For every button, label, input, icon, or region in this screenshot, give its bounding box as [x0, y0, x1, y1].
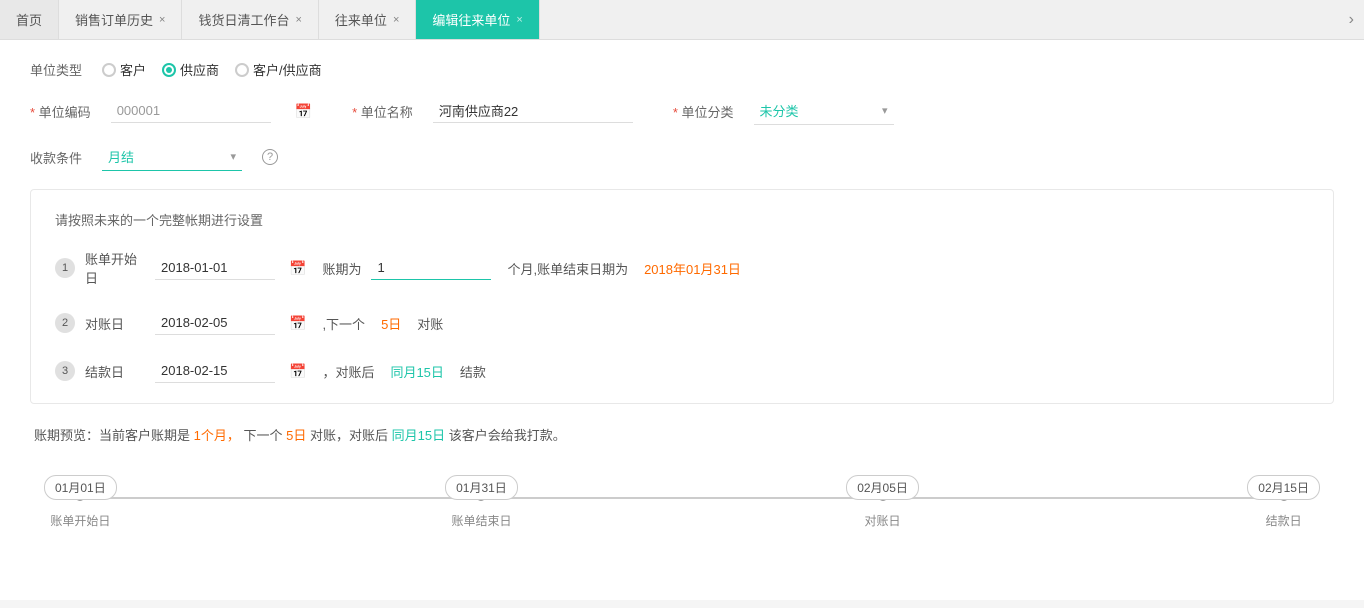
- preview-text: 账期预览：当前客户账期是 1个月， 下一个 5日 对账，对账后 同月15日 该客…: [34, 424, 1330, 447]
- name-input[interactable]: [433, 99, 633, 123]
- tab-cash-workbench-close[interactable]: ×: [295, 14, 301, 26]
- category-select[interactable]: 未分类 ▾: [754, 97, 894, 125]
- timeline-label-1: 账单开始日: [50, 512, 110, 529]
- timeline-label-4: 结款日: [1266, 512, 1302, 529]
- period-row-3-label: 结款日: [85, 362, 145, 381]
- reconcile-date-cal-icon[interactable]: 📅: [289, 315, 306, 332]
- radio-supplier-label: 供应商: [180, 60, 219, 79]
- timeline-badge-3: 02月05日: [846, 475, 919, 500]
- radio-customer[interactable]: 客户: [102, 60, 146, 79]
- tab-edit-partner[interactable]: 编辑往来单位 ×: [416, 0, 539, 39]
- payment-value: 月结: [108, 147, 226, 166]
- payment-date-input[interactable]: [155, 359, 275, 383]
- reconcile-suffix-mid: 对账: [417, 314, 443, 333]
- timeline-label-3: 对账日: [865, 512, 901, 529]
- section-instruction: 请按照未来的一个完整帐期进行设置: [55, 210, 1309, 229]
- preview-part1-highlight: 1个月，: [194, 428, 240, 443]
- preview-label: 账期预览：当前客户账期是: [34, 428, 190, 443]
- start-date-input[interactable]: [155, 256, 275, 280]
- period-suffix-pre: 账期为: [322, 259, 361, 278]
- unit-type-radio-group: 客户 供应商 客户/供应商: [102, 60, 322, 79]
- main-content: 单位类型 客户 供应商 客户/供应商 单位编码 📅 单位名称 单位分类 未分类 …: [0, 40, 1364, 600]
- timeline-badge-4: 02月15日: [1247, 475, 1320, 500]
- name-label: 单位名称: [352, 102, 413, 121]
- timeline-point-3: 02月05日 对账日: [846, 471, 919, 529]
- preview-part2-mid: 对账，对账后: [310, 428, 388, 443]
- period-end-date-highlight: 2018年01月31日: [644, 259, 741, 278]
- unit-type-row: 单位类型 客户 供应商 客户/供应商: [30, 60, 1334, 79]
- period-row-3-num: 3: [55, 361, 75, 381]
- timeline-point-2: 01月31日 账单结束日: [445, 471, 518, 529]
- period-row-1-label: 账单开始日: [85, 249, 145, 287]
- payment-day-highlight: 同月15日: [390, 362, 443, 381]
- payment-suffix-pre: ，对账后: [322, 362, 374, 381]
- reconcile-date-input[interactable]: [155, 311, 275, 335]
- payment-select[interactable]: 月结 ▾: [102, 143, 242, 171]
- preview-part2-pre: 下一个: [244, 428, 283, 443]
- period-section: 请按照未来的一个完整帐期进行设置 1 账单开始日 📅 账期为 个月,账单结束日期…: [30, 189, 1334, 404]
- tab-sales-history-label: 销售订单历史: [75, 10, 153, 29]
- period-row-1: 1 账单开始日 📅 账期为 个月,账单结束日期为 2018年01月31日: [55, 249, 1309, 287]
- radio-customer-label: 客户: [120, 60, 146, 79]
- tab-home[interactable]: 首页: [0, 0, 59, 39]
- timeline-points: 01月01日 账单开始日 01月31日 账单结束日 02月05日 对账日 02月…: [44, 471, 1320, 529]
- reconcile-day-highlight: 5日: [381, 314, 401, 333]
- radio-both[interactable]: 客户/供应商: [235, 60, 322, 79]
- unit-type-label: 单位类型: [30, 60, 82, 79]
- tab-bar: 首页 销售订单历史 × 钱货日清工作台 × 往来单位 × 编辑往来单位 × ›: [0, 0, 1364, 40]
- code-calendar-icon[interactable]: 📅: [295, 103, 312, 120]
- tab-partner[interactable]: 往来单位 ×: [319, 0, 416, 39]
- tab-home-label: 首页: [16, 10, 42, 29]
- start-date-cal-icon[interactable]: 📅: [289, 260, 306, 277]
- code-input[interactable]: [111, 99, 271, 123]
- tab-sales-history-close[interactable]: ×: [159, 14, 165, 26]
- tab-partner-label: 往来单位: [335, 10, 387, 29]
- period-row-3: 3 结款日 📅 ，对账后 同月15日 结款: [55, 359, 1309, 383]
- code-name-category-row: 单位编码 📅 单位名称 单位分类 未分类 ▾: [30, 97, 1334, 125]
- radio-supplier[interactable]: 供应商: [162, 60, 219, 79]
- period-row-2-label: 对账日: [85, 314, 145, 333]
- period-row-2-num: 2: [55, 313, 75, 333]
- timeline-label-2: 账单结束日: [451, 512, 511, 529]
- payment-help-icon[interactable]: ?: [262, 149, 278, 165]
- tab-edit-partner-label: 编辑往来单位: [432, 10, 510, 29]
- tab-edit-partner-close[interactable]: ×: [516, 14, 522, 26]
- preview-part3-end: 该客户会给我打款。: [449, 428, 566, 443]
- radio-customer-circle: [102, 63, 116, 77]
- period-suffix-mid: 个月,账单结束日期为: [507, 259, 628, 278]
- timeline-point-1: 01月01日 账单开始日: [44, 471, 117, 529]
- period-row-2: 2 对账日 📅 ,下一个 5日 对账: [55, 311, 1309, 335]
- preview-part2-highlight: 5日: [286, 428, 306, 443]
- timeline-badge-1: 01月01日: [44, 475, 117, 500]
- payment-dropdown-icon: ▾: [230, 150, 236, 163]
- payment-row: 收款条件 月结 ▾ ?: [30, 143, 1334, 171]
- timeline-badge-2: 01月31日: [445, 475, 518, 500]
- tab-sales-history[interactable]: 销售订单历史 ×: [59, 0, 182, 39]
- timeline-point-4: 02月15日 结款日: [1247, 471, 1320, 529]
- radio-both-circle: [235, 63, 249, 77]
- category-dropdown-icon: ▾: [882, 104, 888, 117]
- category-value: 未分类: [760, 101, 878, 120]
- payment-label: 收款条件: [30, 148, 82, 167]
- code-label: 单位编码: [30, 102, 91, 121]
- tab-cash-workbench-label: 钱货日清工作台: [198, 10, 289, 29]
- period-months-input[interactable]: [371, 256, 491, 280]
- category-label: 单位分类: [673, 102, 734, 121]
- payment-date-cal-icon[interactable]: 📅: [289, 363, 306, 380]
- tab-expand-btn[interactable]: ›: [1339, 0, 1364, 39]
- radio-supplier-circle: [162, 63, 176, 77]
- tab-cash-workbench[interactable]: 钱货日清工作台 ×: [182, 0, 318, 39]
- radio-both-label: 客户/供应商: [253, 60, 322, 79]
- timeline-container: 01月01日 账单开始日 01月31日 账单结束日 02月05日 对账日 02月…: [34, 471, 1330, 529]
- period-row-1-num: 1: [55, 258, 75, 278]
- tab-partner-close[interactable]: ×: [393, 14, 399, 26]
- payment-suffix-mid: 结款: [460, 362, 486, 381]
- preview-part3-highlight: 同月15日: [392, 428, 445, 443]
- reconcile-suffix-pre: ,下一个: [322, 314, 365, 333]
